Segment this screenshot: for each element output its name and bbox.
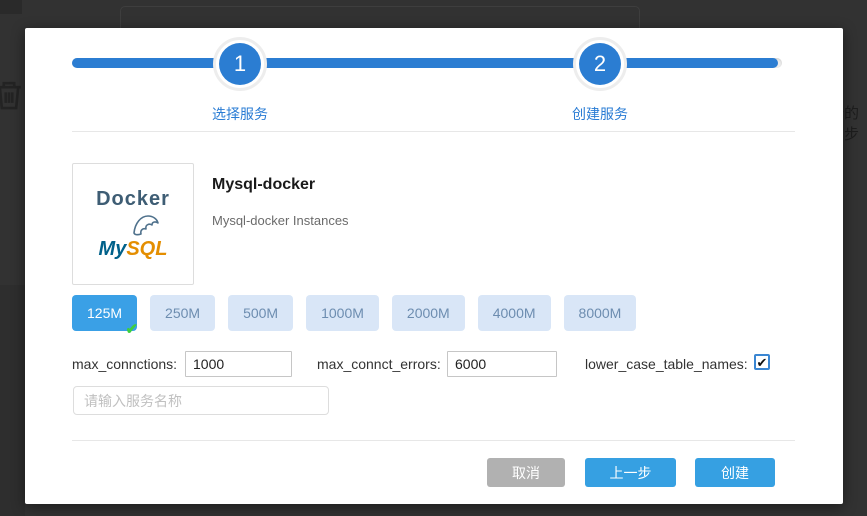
checkbox-check-icon: ✔ (756, 354, 768, 370)
step-2-number: 2 (579, 43, 621, 85)
memory-option-label: 4000M (492, 305, 536, 321)
step-2-label: 创建服务 (572, 106, 628, 122)
step-2-circle: 2 (573, 37, 627, 91)
docker-wordmark: Docker (96, 187, 170, 210)
service-subtitle: Mysql-docker Instances (212, 213, 349, 228)
memory-option-8000m[interactable]: 8000M (563, 295, 637, 331)
selected-check-icon: ✔ (125, 321, 139, 338)
background-left-panel (0, 285, 25, 516)
previous-step-button[interactable]: 上一步 (585, 458, 676, 487)
service-title: Mysql-docker (212, 176, 316, 193)
memory-option-label: 500M (243, 305, 279, 321)
memory-option-2000m[interactable]: 2000M (391, 295, 465, 331)
max-connect-errors-input[interactable] (447, 351, 557, 377)
step-1-label: 选择服务 (212, 106, 268, 122)
memory-option-250m[interactable]: 250M (150, 295, 216, 331)
max-connections-label: max_connctions: (72, 356, 178, 372)
footer-divider (72, 440, 795, 441)
memory-option-1000m[interactable]: 1000M (306, 295, 379, 331)
mysql-docker-logo: Docker MySQL (72, 163, 194, 285)
service-name-input[interactable] (73, 386, 329, 415)
memory-option-label: 1000M (321, 305, 364, 321)
max-connections-input[interactable] (185, 351, 292, 377)
mysql-wordmark-my: My (98, 237, 127, 260)
memory-option-label: 250M (165, 305, 201, 321)
header-divider (72, 131, 795, 132)
lower-case-table-names-checkbox[interactable]: ✔ (754, 354, 770, 370)
create-button[interactable]: 创建 (695, 458, 775, 487)
lower-case-table-names-label: lower_case_table_names: (585, 356, 748, 372)
max-connect-errors-label: max_connct_errors: (317, 356, 441, 372)
memory-option-label: 2000M (406, 305, 450, 321)
memory-option-125m[interactable]: 125M ✔ (72, 295, 138, 338)
stepper-track (72, 58, 782, 68)
mysql-wordmark: MySQL (99, 238, 168, 261)
memory-size-options: 125M ✔ 250M 500M 1000M 2000M 4000M 8000M (72, 295, 637, 338)
cancel-button[interactable]: 取消 (487, 458, 565, 487)
memory-option-4000m[interactable]: 4000M (477, 295, 551, 331)
memory-option-500m[interactable]: 500M (228, 295, 294, 331)
memory-option-label: 8000M (578, 305, 622, 321)
stepper-progress-fill (72, 58, 778, 68)
step-1-circle: 1 (213, 37, 267, 91)
step-1-number: 1 (219, 43, 261, 85)
background-dark-block (0, 0, 22, 14)
mysql-wordmark-sql: SQL (126, 237, 168, 260)
memory-option-label: 125M (87, 305, 123, 321)
create-service-dialog: 1 2 选择服务 创建服务 Docker MySQL Mysql-docker … (25, 28, 843, 504)
trash-icon (0, 78, 25, 112)
